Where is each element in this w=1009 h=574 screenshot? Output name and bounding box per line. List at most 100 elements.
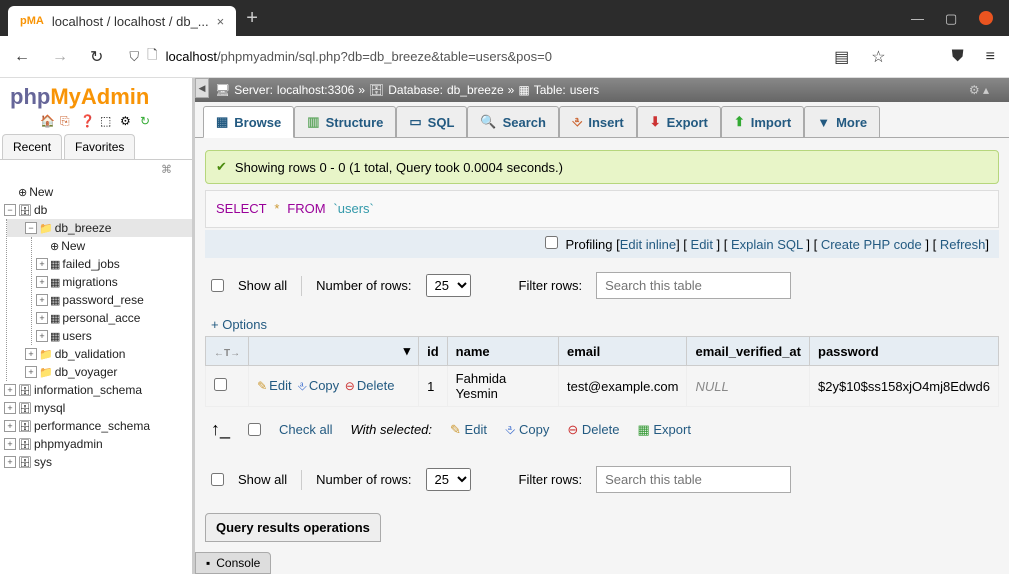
window-maximize-icon[interactable]: ▢ bbox=[945, 11, 959, 25]
explain-sql-link[interactable]: Explain SQL bbox=[731, 237, 803, 252]
tree-failed-jobs[interactable]: +▦failed_jobs bbox=[32, 255, 192, 273]
expand-icon[interactable]: + bbox=[36, 312, 48, 324]
cell-email[interactable]: test@example.com bbox=[559, 366, 687, 407]
home-icon[interactable]: 🏠 bbox=[40, 114, 54, 128]
breadcrumb-table[interactable]: users bbox=[570, 83, 599, 97]
tree-performance-schema[interactable]: +🗄performance_schema bbox=[0, 417, 192, 435]
cell-name[interactable]: Fahmida Yesmin bbox=[447, 366, 558, 407]
page-settings-icon[interactable]: ⚙ ▴ bbox=[969, 83, 989, 97]
tree-information-schema[interactable]: +🗄information_schema bbox=[0, 381, 192, 399]
logout-icon[interactable]: ⎘ bbox=[60, 114, 74, 128]
row-checkbox[interactable] bbox=[214, 378, 227, 391]
window-minimize-icon[interactable]: — bbox=[911, 11, 925, 25]
col-verified[interactable]: email_verified_at bbox=[687, 337, 810, 366]
rows-select[interactable]: 25 bbox=[426, 274, 471, 297]
settings-icon[interactable]: ⚙ bbox=[120, 114, 134, 128]
cell-password[interactable]: $2y$10$ss158xjO4mj8Edwd6 bbox=[810, 366, 999, 407]
tree-sys[interactable]: +🗄sys bbox=[0, 453, 192, 471]
reload-tree-icon[interactable]: ↻ bbox=[140, 114, 154, 128]
expand-icon[interactable]: + bbox=[4, 438, 16, 450]
profiling-checkbox[interactable] bbox=[545, 236, 558, 249]
tab-insert[interactable]: ⎀Insert bbox=[559, 106, 637, 137]
tab-import[interactable]: ⬆Import bbox=[721, 106, 804, 137]
tree-phpmyadmin[interactable]: +🗄phpmyadmin bbox=[0, 435, 192, 453]
dropdown-icon[interactable]: ▾ bbox=[404, 343, 411, 358]
sidebar-collapse-button[interactable]: ◀ bbox=[195, 78, 209, 98]
tree-migrations[interactable]: +▦migrations bbox=[32, 273, 192, 291]
recent-tab[interactable]: Recent bbox=[2, 134, 62, 159]
bulk-export-link[interactable]: Export bbox=[653, 422, 691, 437]
expand-icon[interactable]: + bbox=[4, 402, 16, 414]
browser-tab[interactable]: pMA localhost / localhost / db_... × bbox=[8, 6, 236, 36]
row-delete-link[interactable]: Delete bbox=[357, 378, 395, 393]
expand-icon[interactable]: + bbox=[36, 276, 48, 288]
check-all-link[interactable]: Check all bbox=[279, 422, 332, 437]
tree-new-table[interactable]: ⊕New bbox=[32, 237, 192, 255]
cell-verified[interactable]: NULL bbox=[687, 366, 810, 407]
shield-icon[interactable]: ⛉ bbox=[129, 49, 139, 65]
pocket-icon[interactable]: ⛊ bbox=[948, 44, 968, 70]
tree-new[interactable]: ⊕New bbox=[0, 183, 192, 201]
filter-input-bottom[interactable] bbox=[596, 466, 791, 493]
tree-personal-access[interactable]: +▦personal_acce bbox=[32, 309, 192, 327]
sql-icon[interactable]: ⬚ bbox=[100, 114, 114, 128]
col-email[interactable]: email bbox=[559, 337, 687, 366]
tab-sql[interactable]: ▭SQL bbox=[396, 106, 467, 137]
reader-icon[interactable]: ▤ bbox=[830, 43, 853, 71]
bulk-edit-link[interactable]: Edit bbox=[465, 422, 487, 437]
back-button[interactable]: ← bbox=[10, 44, 34, 70]
tab-close-icon[interactable]: × bbox=[217, 14, 225, 29]
expand-icon[interactable]: + bbox=[36, 330, 48, 342]
check-all-checkbox[interactable] bbox=[248, 423, 261, 436]
docs-icon[interactable]: ❓ bbox=[80, 114, 94, 128]
edit-inline-link[interactable]: Edit inline bbox=[620, 237, 676, 252]
row-edit-link[interactable]: Edit bbox=[269, 378, 291, 393]
expand-icon[interactable]: + bbox=[4, 456, 16, 468]
console-toggle[interactable]: ▪ Console bbox=[195, 552, 271, 574]
breadcrumb-db[interactable]: db_breeze bbox=[447, 83, 504, 97]
menu-icon[interactable]: ≡ bbox=[982, 44, 999, 70]
link-icon[interactable]: ⌘ bbox=[0, 160, 192, 179]
tab-more[interactable]: ▼More bbox=[804, 106, 880, 137]
tree-mysql[interactable]: +🗄mysql bbox=[0, 399, 192, 417]
rows-select-bottom[interactable]: 25 bbox=[426, 468, 471, 491]
tab-structure[interactable]: ▥Structure bbox=[294, 106, 396, 137]
reload-button[interactable]: ↻ bbox=[86, 43, 107, 71]
refresh-link[interactable]: Refresh bbox=[940, 237, 986, 252]
expand-icon[interactable]: + bbox=[25, 366, 37, 378]
show-all-checkbox-bottom[interactable] bbox=[211, 473, 224, 486]
col-password[interactable]: password bbox=[810, 337, 999, 366]
sort-arrows-icon[interactable]: ←T→ bbox=[214, 348, 240, 359]
create-php-link[interactable]: Create PHP code bbox=[821, 237, 922, 252]
tree-password-resets[interactable]: +▦password_rese bbox=[32, 291, 192, 309]
show-all-checkbox[interactable] bbox=[211, 279, 224, 292]
expand-icon[interactable]: + bbox=[4, 420, 16, 432]
tree-db-breeze[interactable]: −📁db_breeze bbox=[7, 219, 192, 237]
col-id[interactable]: id bbox=[419, 337, 448, 366]
breadcrumb-server[interactable]: localhost:3306 bbox=[277, 83, 354, 97]
tab-browse[interactable]: ▦Browse bbox=[203, 106, 294, 138]
cell-id[interactable]: 1 bbox=[419, 366, 448, 407]
filter-input[interactable] bbox=[596, 272, 791, 299]
tree-users[interactable]: +▦users bbox=[32, 327, 192, 345]
tree-db-voyager[interactable]: +📁db_voyager bbox=[7, 363, 192, 381]
row-copy-link[interactable]: Copy bbox=[309, 378, 339, 393]
tree-db[interactable]: −🗄db bbox=[0, 201, 192, 219]
collapse-icon[interactable]: − bbox=[25, 222, 37, 234]
expand-icon[interactable]: + bbox=[4, 384, 16, 396]
forward-button[interactable]: → bbox=[48, 44, 72, 70]
bookmark-icon[interactable]: ☆ bbox=[867, 43, 889, 71]
window-close-icon[interactable] bbox=[979, 11, 993, 25]
bulk-copy-link[interactable]: Copy bbox=[519, 422, 549, 437]
tree-db-validation[interactable]: +📁db_validation bbox=[7, 345, 192, 363]
collapse-icon[interactable]: − bbox=[4, 204, 16, 216]
new-tab-button[interactable]: + bbox=[236, 7, 268, 30]
tab-search[interactable]: 🔍Search bbox=[467, 106, 559, 137]
options-toggle[interactable]: + Options bbox=[205, 313, 999, 336]
url-bar[interactable]: ⛉ 🗋 localhost/phpmyadmin/sql.php?db=db_b… bbox=[121, 42, 816, 72]
col-name[interactable]: name bbox=[447, 337, 558, 366]
tab-export[interactable]: ⬇Export bbox=[637, 106, 721, 137]
bulk-delete-link[interactable]: Delete bbox=[582, 422, 620, 437]
expand-icon[interactable]: + bbox=[25, 348, 37, 360]
expand-icon[interactable]: + bbox=[36, 258, 48, 270]
